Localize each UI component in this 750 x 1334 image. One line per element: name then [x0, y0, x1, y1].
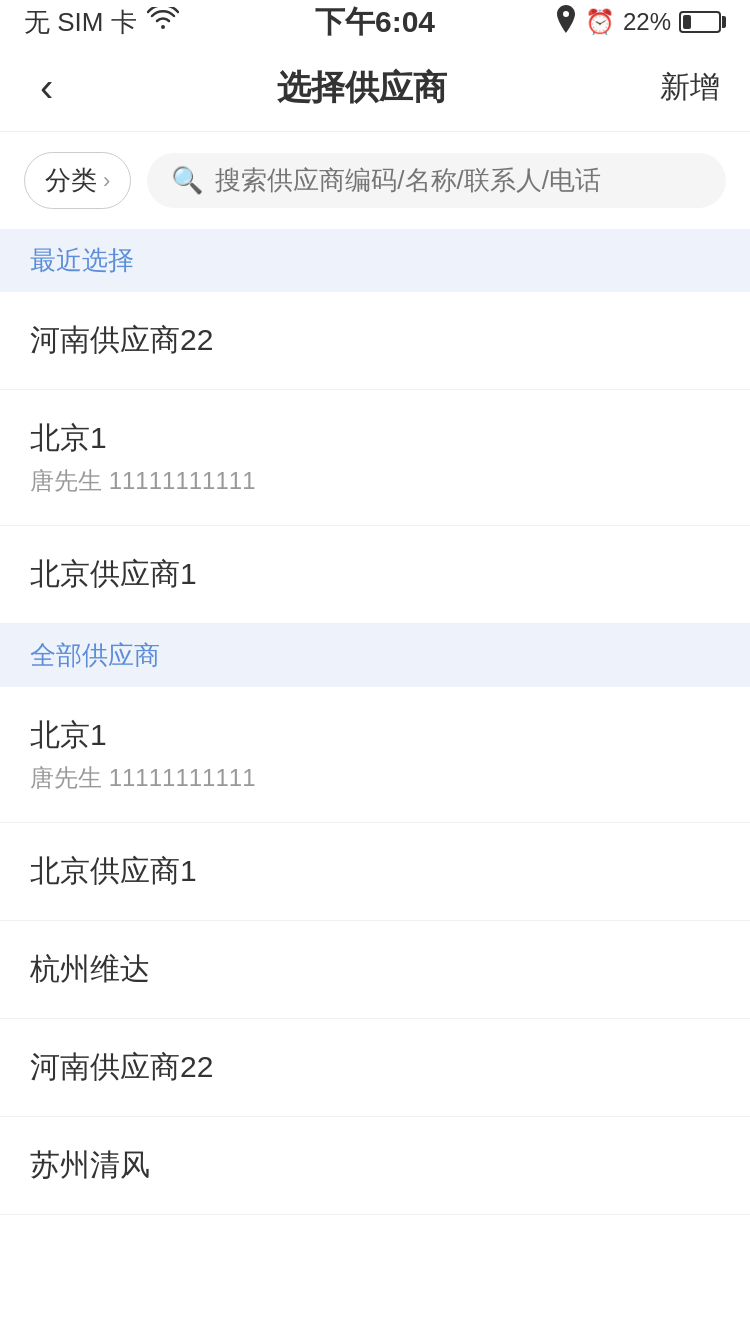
- item-name: 北京供应商1: [30, 851, 720, 892]
- recent-section-header: 最近选择: [0, 229, 750, 292]
- search-box[interactable]: 🔍: [147, 153, 726, 208]
- add-button[interactable]: 新增: [660, 67, 720, 108]
- list-item[interactable]: 杭州维达: [0, 921, 750, 1019]
- battery-percentage: 22%: [623, 8, 671, 36]
- filter-bar: 分类 › 🔍: [0, 132, 750, 229]
- item-name: 河南供应商22: [30, 1047, 720, 1088]
- list-item[interactable]: 河南供应商22: [0, 292, 750, 390]
- status-bar: 无 SIM 卡 下午6:04 ⏰ 22%: [0, 0, 750, 44]
- item-name: 北京1: [30, 418, 720, 459]
- item-sub: 唐先生 11111111111: [30, 465, 720, 497]
- all-items-list: 北京1 唐先生 11111111111 北京供应商1 杭州维达河南供应商22 苏州清风: [0, 687, 750, 1215]
- search-input[interactable]: [215, 165, 702, 196]
- list-item[interactable]: 北京1 唐先生 11111111111: [0, 390, 750, 526]
- item-name: 北京供应商1: [30, 554, 720, 595]
- chevron-right-icon: ›: [103, 168, 110, 194]
- recent-section-label: 最近选择: [30, 245, 134, 275]
- battery-icon: [679, 11, 726, 33]
- recent-items-list: 河南供应商22 北京1 唐先生 11111111111 北京供应商1: [0, 292, 750, 624]
- category-label: 分类: [45, 163, 97, 198]
- item-name: 北京1: [30, 715, 720, 756]
- search-icon: 🔍: [171, 165, 203, 196]
- list-item[interactable]: 北京1 唐先生 11111111111: [0, 687, 750, 823]
- all-section-label: 全部供应商: [30, 640, 160, 670]
- back-button[interactable]: ‹: [30, 55, 63, 120]
- list-item[interactable]: 河南供应商22: [0, 1019, 750, 1117]
- alarm-icon: ⏰: [585, 8, 615, 36]
- item-sub: 唐先生 11111111111: [30, 762, 720, 794]
- location-icon: [555, 5, 577, 39]
- status-left: 无 SIM 卡: [24, 5, 179, 40]
- list-item[interactable]: 苏州清风: [0, 1117, 750, 1215]
- status-right: ⏰ 22%: [555, 5, 726, 39]
- all-section-header: 全部供应商: [0, 624, 750, 687]
- item-name: 杭州维达: [30, 949, 720, 990]
- status-time: 下午6:04: [315, 2, 435, 43]
- page-title: 选择供应商: [277, 65, 447, 111]
- list-item[interactable]: 北京供应商1: [0, 526, 750, 624]
- nav-bar: ‹ 选择供应商 新增: [0, 44, 750, 132]
- carrier-text: 无 SIM 卡: [24, 5, 137, 40]
- category-button[interactable]: 分类 ›: [24, 152, 131, 209]
- list-item[interactable]: 北京供应商1: [0, 823, 750, 921]
- item-name: 河南供应商22: [30, 320, 720, 361]
- item-name: 苏州清风: [30, 1145, 720, 1186]
- wifi-icon: [147, 7, 179, 38]
